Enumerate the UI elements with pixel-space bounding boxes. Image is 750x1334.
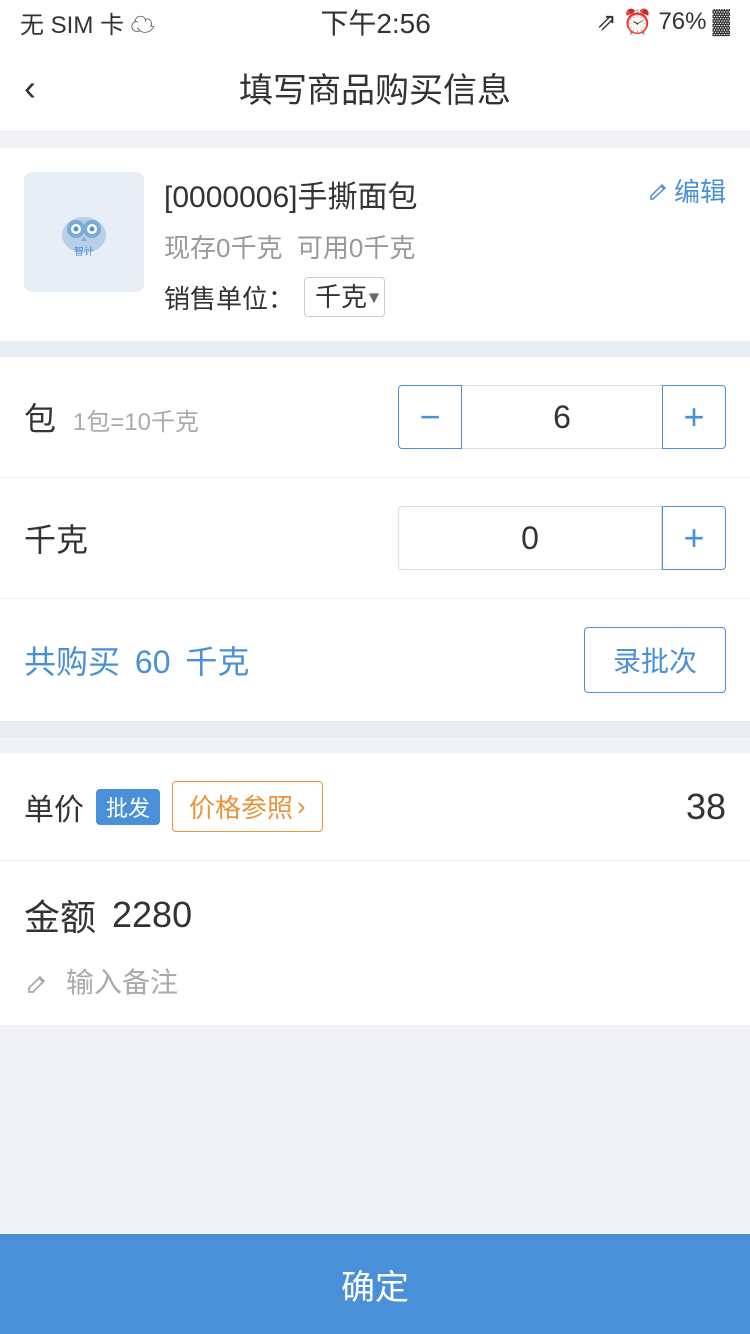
kg-input-row: 千克 + (0, 478, 750, 599)
unit-select-wrapper[interactable]: 千克 (304, 277, 385, 317)
kg-qty-input[interactable] (398, 506, 662, 570)
remark-placeholder[interactable]: 输入备注 (66, 961, 178, 1001)
batch-button[interactable]: 录批次 (584, 627, 726, 693)
amount-section: 金额 2280 输入备注 (0, 860, 750, 1025)
location-icon: ⇗ (596, 8, 616, 37)
section-divider-2 (0, 721, 750, 737)
pack-input-section: 包 1包=10千克 − + 千克 + (0, 357, 750, 599)
status-bar: 无 SIM 卡 ☁ 下午2:56 ⇗ ⏰ 76% ▓ (0, 0, 750, 44)
total-amount: 60 (135, 644, 171, 680)
pack-minus-button[interactable]: − (398, 385, 462, 449)
status-time: 下午2:56 (320, 2, 431, 42)
unit-select[interactable]: 千克 (304, 277, 385, 317)
pack-plus-button[interactable]: + (662, 385, 726, 449)
edit-button[interactable]: 编辑 (648, 172, 726, 209)
page-title: 填写商品购买信息 (239, 63, 511, 112)
edit-icon (648, 180, 670, 202)
kg-plus-button[interactable]: + (662, 506, 726, 570)
amount-label: 金额 (24, 889, 96, 941)
confirm-label: 确定 (341, 1260, 409, 1309)
product-card: 智计 [0000006]手撕面包 现存0千克 可用0千克 销售单位： 千克 编辑 (0, 148, 750, 341)
price-label: 单价 批发 价格参照 › (24, 781, 323, 832)
total-text: 共购买 60 千克 (24, 637, 249, 683)
status-left: 无 SIM 卡 ☁ (20, 5, 155, 40)
back-button[interactable]: ‹ (24, 67, 36, 109)
pencil-icon (24, 966, 54, 996)
amount-row: 金额 2280 (24, 889, 726, 941)
pack-label: 包 1包=10千克 (24, 394, 398, 440)
kg-label: 千克 (24, 515, 398, 561)
wholesale-badge: 批发 (96, 789, 160, 825)
product-unit-row: 销售单位： 千克 (164, 277, 726, 317)
total-row: 共购买 60 千克 录批次 (0, 599, 750, 721)
kg-qty-control: + (398, 506, 726, 570)
product-name: [0000006]手撕面包 (164, 172, 726, 216)
status-right: ⇗ ⏰ 76% ▓ (596, 8, 730, 37)
product-image: 智计 (24, 172, 144, 292)
pack-input-row: 包 1包=10千克 − + (0, 357, 750, 478)
price-section: 单价 批发 价格参照 › 38 (0, 753, 750, 860)
owl-logo-icon: 智计 (54, 207, 114, 257)
pack-qty-input[interactable] (462, 385, 662, 449)
price-value: 38 (686, 786, 726, 828)
amount-value: 2280 (112, 894, 192, 936)
price-ref-button[interactable]: 价格参照 › (172, 781, 323, 832)
alarm-icon: ⏰ (623, 8, 653, 37)
product-stock: 现存0千克 可用0千克 (164, 228, 726, 265)
battery-icon: ▓ (713, 8, 731, 36)
nav-bar: ‹ 填写商品购买信息 (0, 44, 750, 132)
remark-row[interactable]: 输入备注 (24, 961, 726, 1001)
section-divider-1 (0, 341, 750, 357)
battery-status: 76% (658, 8, 706, 36)
product-info: [0000006]手撕面包 现存0千克 可用0千克 销售单位： 千克 (164, 172, 726, 317)
confirm-bar[interactable]: 确定 (0, 1234, 750, 1334)
sim-status: 无 SIM 卡 ☁ (20, 5, 155, 40)
pack-qty-control: − + (398, 385, 726, 449)
price-row: 单价 批发 价格参照 › 38 (24, 781, 726, 832)
svg-text:智计: 智计 (74, 245, 94, 257)
pack-hint: 1包=10千克 (73, 409, 199, 436)
